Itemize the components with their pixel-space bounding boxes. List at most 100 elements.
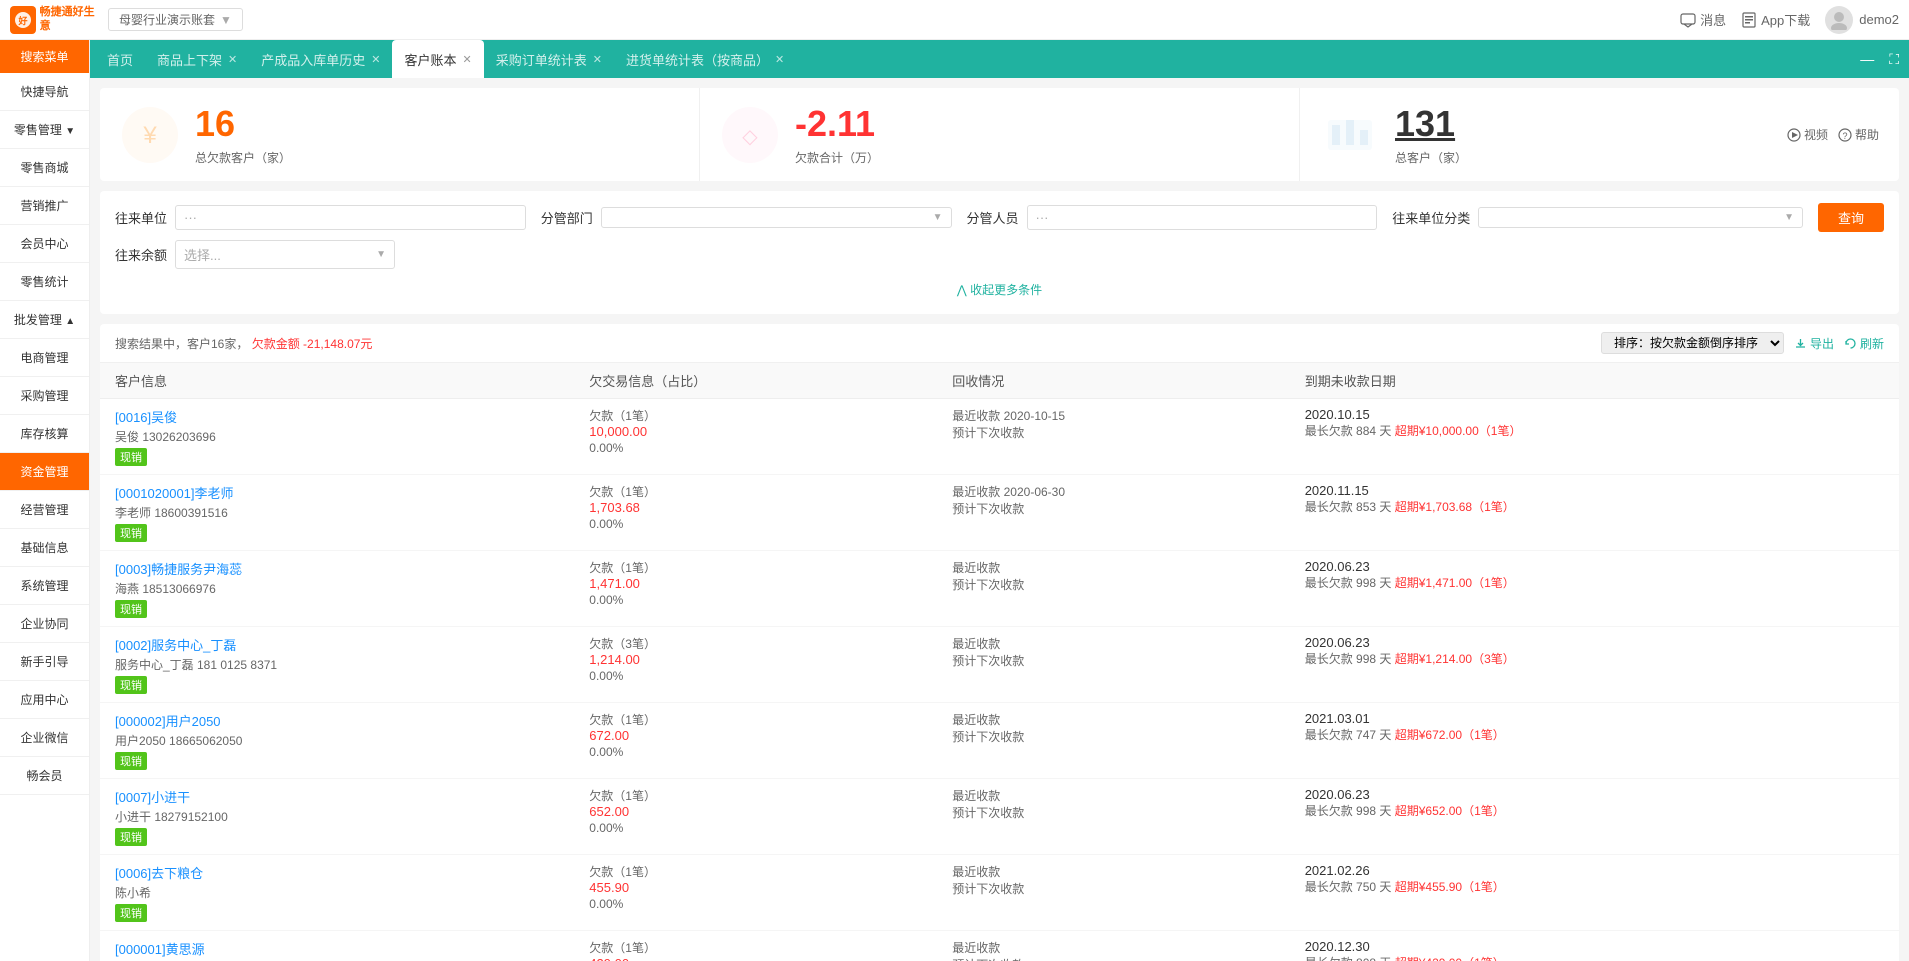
table-row: [0016]吴俊 吴俊 13026203696 现销 欠款（1笔） 10,000… xyxy=(100,399,1899,475)
sidebar-item-marketing[interactable]: 营销推广 xyxy=(0,187,89,225)
sidebar-item-enterprise[interactable]: 企业协同 xyxy=(0,605,89,643)
overdue-link-4[interactable]: 超期¥672.00（1笔） xyxy=(1395,728,1505,742)
unit-type-input[interactable]: ▼ xyxy=(1478,207,1803,228)
sidebar-item-retail-stats[interactable]: 零售统计 xyxy=(0,263,89,301)
sidebar-item-purchase[interactable]: 采购管理 xyxy=(0,377,89,415)
sidebar-item-system[interactable]: 系统管理 xyxy=(0,567,89,605)
debt-amount-5: 652.00 xyxy=(589,804,922,819)
tab-close-customer-account[interactable]: ✕ xyxy=(463,53,472,66)
customer-tag-5: 现销 xyxy=(115,828,147,846)
sidebar-item-basic-info[interactable]: 基础信息 xyxy=(0,529,89,567)
message-btn[interactable]: 消息 xyxy=(1680,10,1726,29)
sidebar-item-member2[interactable]: 畅会员 xyxy=(0,757,89,795)
debt-count-1: 欠款（1笔） xyxy=(589,483,922,500)
overdue-link-0[interactable]: 超期¥10,000.00（1笔） xyxy=(1395,424,1522,438)
customer-name-2[interactable]: [0003]畅捷服务尹海蕊 xyxy=(115,559,559,578)
last-collection-6: 最近收款 xyxy=(952,863,1274,880)
refresh-btn[interactable]: 刷新 xyxy=(1844,335,1884,352)
overdue-link-1[interactable]: 超期¥1,703.68（1笔） xyxy=(1395,500,1515,514)
cell-customer-6: [0006]去下粮仓 陈小希 现销 xyxy=(100,855,574,931)
view-video-btn[interactable]: 视频 xyxy=(1787,126,1828,143)
sidebar-item-wholesale[interactable]: 批发管理 xyxy=(0,301,89,339)
sidebar-item-finance[interactable]: 资金管理 xyxy=(0,453,89,491)
sidebar-item-retail-mall[interactable]: 零售商城 xyxy=(0,149,89,187)
tab-minimize-btn[interactable]: — xyxy=(1855,49,1879,69)
table-area: 搜索结果中，客户16家， 欠款金额 -21,148.07元 排序：按欠款金额倒序… xyxy=(100,324,1899,961)
sidebar-search[interactable]: 搜索菜单 xyxy=(0,40,89,73)
debt-customers-label: 总欠款客户（家） xyxy=(195,149,291,166)
main-layout: 搜索菜单 快捷导航 零售管理 零售商城 营销推广 会员中心 零售统计 批发管理 xyxy=(0,40,1909,961)
tab-expand-btn[interactable]: ⛶ xyxy=(1884,49,1904,70)
manager-input[interactable]: ··· xyxy=(1027,205,1378,230)
search-button[interactable]: 查询 xyxy=(1818,203,1884,232)
sidebar-item-member[interactable]: 会员中心 xyxy=(0,225,89,263)
overdue-link-7[interactable]: 超期¥429.00（1笔） xyxy=(1395,956,1505,961)
help-btn[interactable]: ? 帮助 xyxy=(1838,126,1879,143)
stat-actions: 视频 ? 帮助 xyxy=(1787,126,1879,143)
cell-collection-1: 最近收款 2020-06-30 预计下次收款 xyxy=(937,475,1289,551)
customer-name-5[interactable]: [0007]小进干 xyxy=(115,787,559,806)
customer-name-0[interactable]: [0016]吴俊 xyxy=(115,407,559,426)
tab-customer-account[interactable]: 客户账本 ✕ xyxy=(392,40,483,78)
debt-count-3: 欠款（3笔） xyxy=(589,635,922,652)
customer-phone-6: 陈小希 xyxy=(115,884,559,901)
result-info: 搜索结果中，客户16家， 欠款金额 -21,148.07元 xyxy=(115,335,372,352)
sidebar-item-ecommerce[interactable]: 电商管理 xyxy=(0,339,89,377)
sidebar-item-inventory[interactable]: 库存核算 xyxy=(0,415,89,453)
source-unit-input[interactable]: ··· xyxy=(175,205,526,230)
sidebar-item-quick-nav[interactable]: 快捷导航 xyxy=(0,73,89,111)
debt-amount-number: -2.11 xyxy=(795,103,879,145)
customer-name-3[interactable]: [0002]服务中心_丁磊 xyxy=(115,635,559,654)
next-collection-4: 预计下次收款 xyxy=(952,728,1274,745)
sidebar-item-apps[interactable]: 应用中心 xyxy=(0,681,89,719)
sort-select[interactable]: 排序：按欠款金额倒序排序 xyxy=(1601,332,1784,354)
tab-prod-history[interactable]: 产成品入库单历史 ✕ xyxy=(249,40,392,78)
filter-source-unit: 往来单位 ··· xyxy=(115,205,526,230)
overdue-link-5[interactable]: 超期¥652.00（1笔） xyxy=(1395,804,1505,818)
sidebar-item-retail-mgmt[interactable]: 零售管理 xyxy=(0,111,89,149)
tab-close-inventory-stats[interactable]: ✕ xyxy=(775,53,784,66)
dept-input[interactable]: ▼ xyxy=(601,207,952,228)
app-subtitle[interactable]: 母婴行业演示账套 ▼ xyxy=(108,8,243,31)
overdue-days-0: 最长欠款 884 天 超期¥10,000.00（1笔） xyxy=(1305,422,1884,439)
next-collection-3: 预计下次收款 xyxy=(952,652,1274,669)
download-icon xyxy=(1741,12,1757,28)
customer-phone-4: 用户2050 18665062050 xyxy=(115,732,559,749)
collapse-btn[interactable]: ⋀ 收起更多条件 xyxy=(115,277,1884,302)
customer-name-7[interactable]: [000001]黄思源 xyxy=(115,939,559,958)
debt-percent-6: 0.00% xyxy=(589,897,922,911)
overdue-link-3[interactable]: 超期¥1,214.00（3笔） xyxy=(1395,652,1515,666)
sidebar-item-operations[interactable]: 经营管理 xyxy=(0,491,89,529)
cell-customer-2: [0003]畅捷服务尹海蕊 海燕 18513066976 现销 xyxy=(100,551,574,627)
customer-name-1[interactable]: [0001020001]李老师 xyxy=(115,483,559,502)
customer-name-4[interactable]: [000002]用户2050 xyxy=(115,711,559,730)
app-download-btn[interactable]: App下载 xyxy=(1741,10,1810,29)
dept-arrow: ▼ xyxy=(933,212,943,223)
sidebar-item-newbie[interactable]: 新手引导 xyxy=(0,643,89,681)
tab-product-off[interactable]: 商品上下架 ✕ xyxy=(145,40,249,78)
balance-input[interactable]: 选择... ▼ xyxy=(175,240,395,269)
export-btn[interactable]: 导出 xyxy=(1794,335,1834,352)
tab-home[interactable]: 首页 xyxy=(95,40,145,78)
tab-inventory-stats[interactable]: 进货单统计表（按商品） ✕ xyxy=(614,40,796,78)
due-date-3: 2020.06.23 xyxy=(1305,635,1884,650)
overdue-link-2[interactable]: 超期¥1,471.00（1笔） xyxy=(1395,576,1515,590)
last-collection-3: 最近收款 xyxy=(952,635,1274,652)
table-row: [000002]用户2050 用户2050 18665062050 现销 欠款（… xyxy=(100,703,1899,779)
overdue-link-6[interactable]: 超期¥455.90（1笔） xyxy=(1395,880,1505,894)
customer-tag-3: 现销 xyxy=(115,676,147,694)
top-bar: 好 畅捷通好生意 母婴行业演示账套 ▼ 消息 App下载 demo2 xyxy=(0,0,1909,40)
customer-tag-4: 现销 xyxy=(115,752,147,770)
stat-card-total-customers: 131 总客户（家） 视频 ? 帮助 xyxy=(1300,88,1899,181)
tab-close-purchase-order[interactable]: ✕ xyxy=(593,53,602,66)
cell-debt-1: 欠款（1笔） 1,703.68 0.00% xyxy=(574,475,937,551)
page-content: ¥ 16 总欠款客户（家） ◇ -2.11 欠款合计（万） xyxy=(90,78,1909,961)
due-date-2: 2020.06.23 xyxy=(1305,559,1884,574)
tab-close-product-off[interactable]: ✕ xyxy=(228,53,237,66)
sidebar-item-wechat[interactable]: 企业微信 xyxy=(0,719,89,757)
user-profile[interactable]: demo2 xyxy=(1825,6,1899,34)
col-due-date: 到期未收款日期 xyxy=(1290,363,1899,399)
tab-close-prod-history[interactable]: ✕ xyxy=(371,53,380,66)
tab-purchase-order[interactable]: 采购订单统计表 ✕ xyxy=(484,40,614,78)
customer-name-6[interactable]: [0006]去下粮仓 xyxy=(115,863,559,882)
